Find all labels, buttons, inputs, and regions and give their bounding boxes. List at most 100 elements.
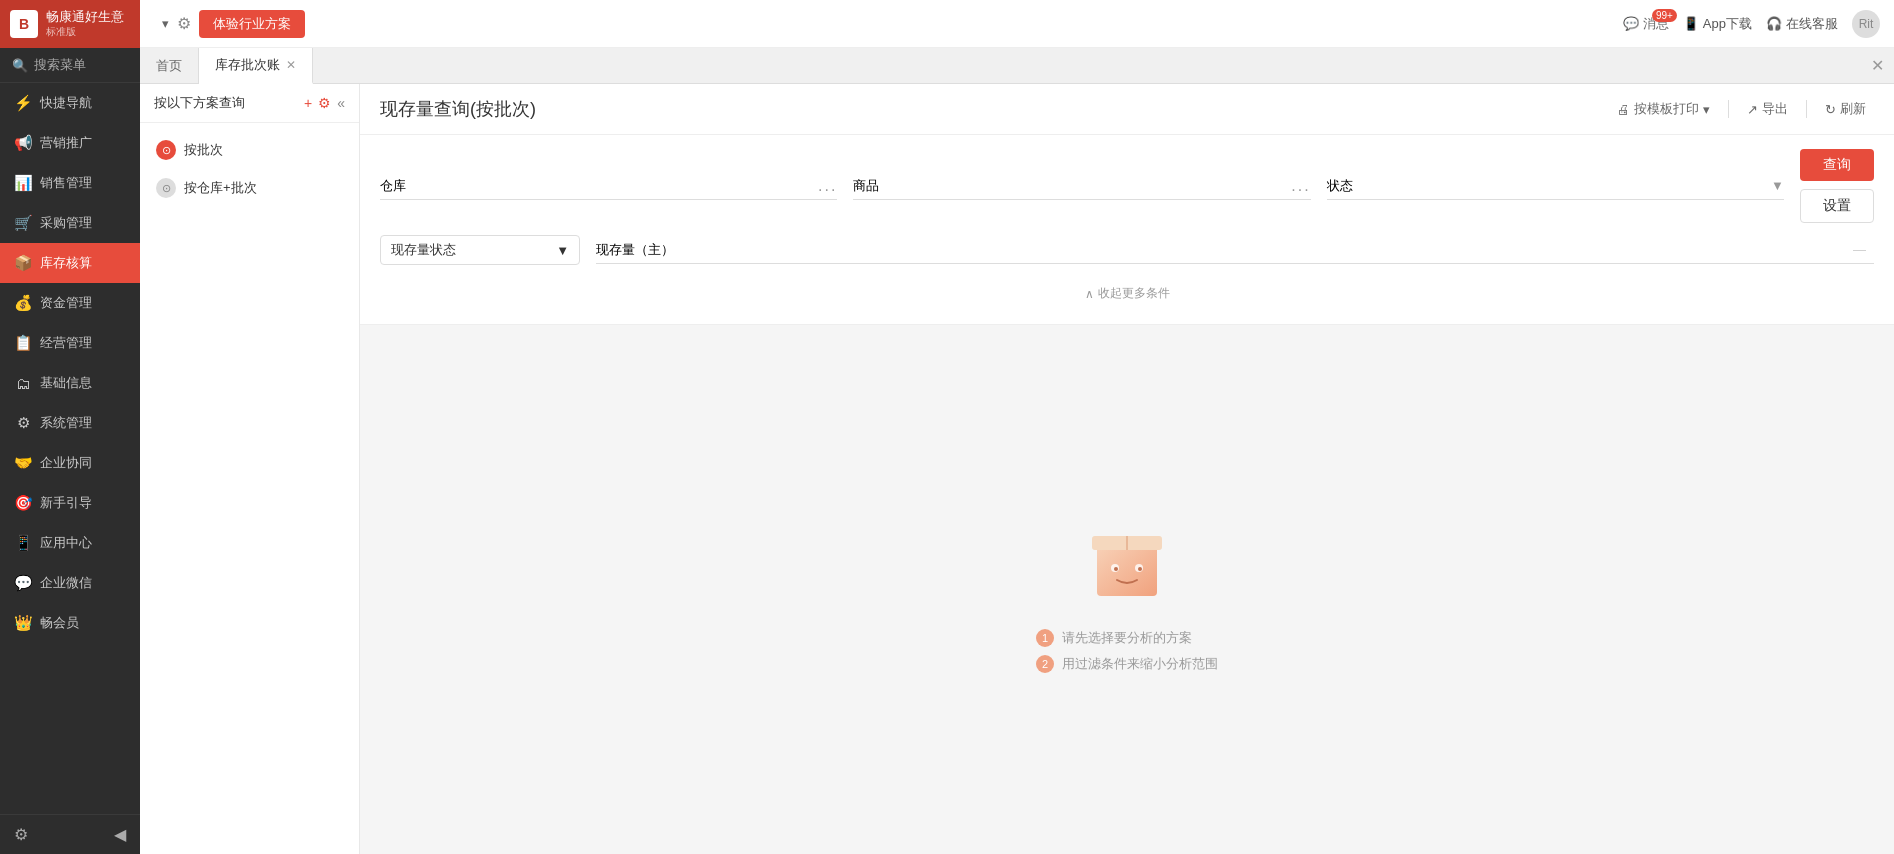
export-button[interactable]: ↗ 导出	[1739, 96, 1796, 122]
plan-item-batch[interactable]: ⊙ 按批次	[140, 131, 359, 169]
sidebar-label-member: 畅会员	[40, 614, 79, 632]
notifications-button[interactable]: 💬 消息 99+	[1623, 15, 1669, 33]
sidebar-item-marketing[interactable]: 📢营销推广	[0, 123, 140, 163]
topbar-gear-icon[interactable]: ⚙	[177, 14, 191, 33]
sidebar-item-quicknav[interactable]: ⚡快捷导航	[0, 83, 140, 123]
plan-label-warehouse-batch: 按仓库+批次	[184, 179, 257, 197]
sidebar-icon-finance: 💰	[14, 294, 32, 312]
sidebar-item-finance[interactable]: 💰 资金管理	[0, 283, 140, 323]
action-divider-2	[1806, 100, 1807, 118]
collapse-panel-icon[interactable]: «	[337, 95, 345, 111]
collapse-row[interactable]: ∧ 收起更多条件	[380, 277, 1874, 310]
warehouse-dots[interactable]: ...	[818, 177, 837, 195]
stock-status-arrow: ▼	[556, 243, 569, 258]
tab-home-label: 首页	[156, 57, 182, 75]
sidebar-label-operation: 经营管理	[40, 334, 92, 352]
sidebar-label-basic: 基础信息	[40, 374, 92, 392]
topbar-left: ▾ ⚙ 体验行业方案	[154, 10, 1613, 38]
settings-plan-icon[interactable]: ⚙	[318, 95, 331, 111]
topbar-dropdown-icon[interactable]: ▾	[162, 16, 169, 31]
empty-step-1: 1 请先选择要分析的方案	[1036, 629, 1218, 647]
svg-point-5	[1114, 567, 1118, 571]
sidebar-collapse-icon[interactable]: ◀	[114, 825, 126, 844]
product-field: 商品 ...	[853, 173, 1310, 200]
sidebar-icon-enterprise: 🤝	[14, 454, 32, 472]
headset-icon: 🎧	[1766, 16, 1782, 31]
sidebar-label-finance: 资金管理	[40, 294, 92, 312]
sidebar-label-system: 系统管理	[40, 414, 92, 432]
sidebar-item-wechat[interactable]: 💬企业微信	[0, 563, 140, 603]
tab-batch[interactable]: 库存批次账 ✕	[199, 48, 313, 84]
tabs-close-all-icon[interactable]: ✕	[1871, 56, 1884, 75]
tab-batch-close[interactable]: ✕	[286, 58, 296, 72]
collapse-icon: ∧	[1085, 287, 1094, 301]
action-divider-1	[1728, 100, 1729, 118]
user-name: Rit	[1859, 17, 1874, 31]
stock-qty-wrap: 现存量（主） —	[596, 237, 1874, 264]
sidebar-item-enterprise[interactable]: 🤝企业协同	[0, 443, 140, 483]
sidebar-item-purchase[interactable]: 🛒采购管理	[0, 203, 140, 243]
app-download-button[interactable]: 📱 App下载	[1683, 15, 1752, 33]
sidebar-icon-sales: 📊	[14, 174, 32, 192]
stock-qty-dash: —	[1853, 242, 1866, 257]
sidebar-label-inventory: 库存核算	[40, 254, 92, 272]
refresh-icon: ↻	[1825, 102, 1836, 117]
sidebar-search[interactable]: 🔍 搜索菜单	[0, 48, 140, 83]
print-button[interactable]: 🖨 按模板打印 ▾	[1609, 96, 1718, 122]
search-icon: 🔍	[12, 58, 28, 73]
sidebar-label-quicknav: 快捷导航	[40, 94, 92, 112]
sidebar-label-wechat: 企业微信	[40, 574, 92, 592]
sidebar-label-marketing: 营销推广	[40, 134, 92, 152]
user-avatar[interactable]: Rit	[1852, 10, 1880, 38]
status-arrow[interactable]: ▼	[1771, 178, 1784, 193]
sidebar-icon-system: ⚙	[14, 414, 32, 432]
filter-area: 仓库 ... 商品 ... 状态	[360, 135, 1894, 325]
empty-state: 1 请先选择要分析的方案 2 用过滤条件来缩小分析范围	[360, 325, 1894, 854]
sidebar-item-member[interactable]: 👑 畅会员	[0, 603, 140, 643]
plan-item-warehouse-batch[interactable]: ⊙ 按仓库+批次	[140, 169, 359, 207]
sidebar-item-inventory[interactable]: 📦 库存核算	[0, 243, 140, 283]
warehouse-input-wrap: 仓库 ...	[380, 173, 837, 200]
stock-status-select[interactable]: 现存量状态 ▼	[380, 235, 580, 265]
sidebar-icon-member: 👑	[14, 614, 32, 632]
sidebar-icon-inventory: 📦	[14, 254, 32, 272]
sidebar-icon-basic: 🗂	[14, 375, 32, 392]
right-main: 现存量查询(按批次) 🖨 按模板打印 ▾ ↗ 导出 ↻ 刷	[360, 84, 1894, 854]
sidebar-label-appcenter: 应用中心	[40, 534, 92, 552]
step-2-num: 2	[1036, 655, 1054, 673]
sidebar-label-sales: 销售管理	[40, 174, 92, 192]
plan-label-batch: 按批次	[184, 141, 223, 159]
add-plan-icon[interactable]: +	[304, 95, 312, 111]
status-field: 状态 ▼	[1327, 173, 1784, 200]
stock-qty-label: 现存量（主）	[596, 241, 674, 259]
sidebar-item-basic[interactable]: 🗂 基础信息	[0, 363, 140, 403]
sidebar-item-newbie[interactable]: 🎯新手引导	[0, 483, 140, 523]
refresh-button[interactable]: ↻ 刷新	[1817, 96, 1874, 122]
sidebar-footer: ⚙ ◀	[0, 814, 140, 854]
step-2-text: 用过滤条件来缩小分析范围	[1062, 655, 1218, 673]
sidebar-item-operation[interactable]: 📋经营管理	[0, 323, 140, 363]
product-dots[interactable]: ...	[1291, 177, 1310, 195]
sidebar-item-appcenter[interactable]: 📱应用中心	[0, 523, 140, 563]
svg-rect-0	[1097, 546, 1157, 596]
status-label: 状态	[1327, 177, 1353, 195]
notifications-badge: 99+	[1652, 9, 1677, 22]
query-button[interactable]: 查询	[1800, 149, 1874, 181]
trial-button[interactable]: 体验行业方案	[199, 10, 305, 38]
customer-service-button[interactable]: 🎧 在线客服	[1766, 15, 1838, 33]
sidebar-settings-icon[interactable]: ⚙	[14, 825, 28, 844]
settings-button[interactable]: 设置	[1800, 189, 1874, 223]
step-1-num: 1	[1036, 629, 1054, 647]
empty-step-2: 2 用过滤条件来缩小分析范围	[1036, 655, 1218, 673]
filter-row-2: 现存量状态 ▼ 现存量（主） —	[380, 235, 1874, 265]
status-input-wrap: 状态 ▼	[1327, 173, 1784, 200]
print-dropdown-icon[interactable]: ▾	[1703, 102, 1710, 117]
sidebar-item-sales[interactable]: 📊 销售管理	[0, 163, 140, 203]
sidebar: B 畅康通好生意 标准版 🔍 搜索菜单 ⚡快捷导航📢营销推广 📊 销售管理 🛒采购管理…	[0, 0, 140, 854]
tab-home[interactable]: 首页	[140, 48, 199, 84]
filter-row-1: 仓库 ... 商品 ... 状态	[380, 149, 1874, 223]
empty-svg-icon	[1077, 506, 1177, 606]
sidebar-header: B 畅康通好生意 标准版	[0, 0, 140, 48]
sidebar-item-system[interactable]: ⚙ 系统管理	[0, 403, 140, 443]
topbar-right: 💬 消息 99+ 📱 App下载 🎧 在线客服 Rit	[1623, 10, 1880, 38]
